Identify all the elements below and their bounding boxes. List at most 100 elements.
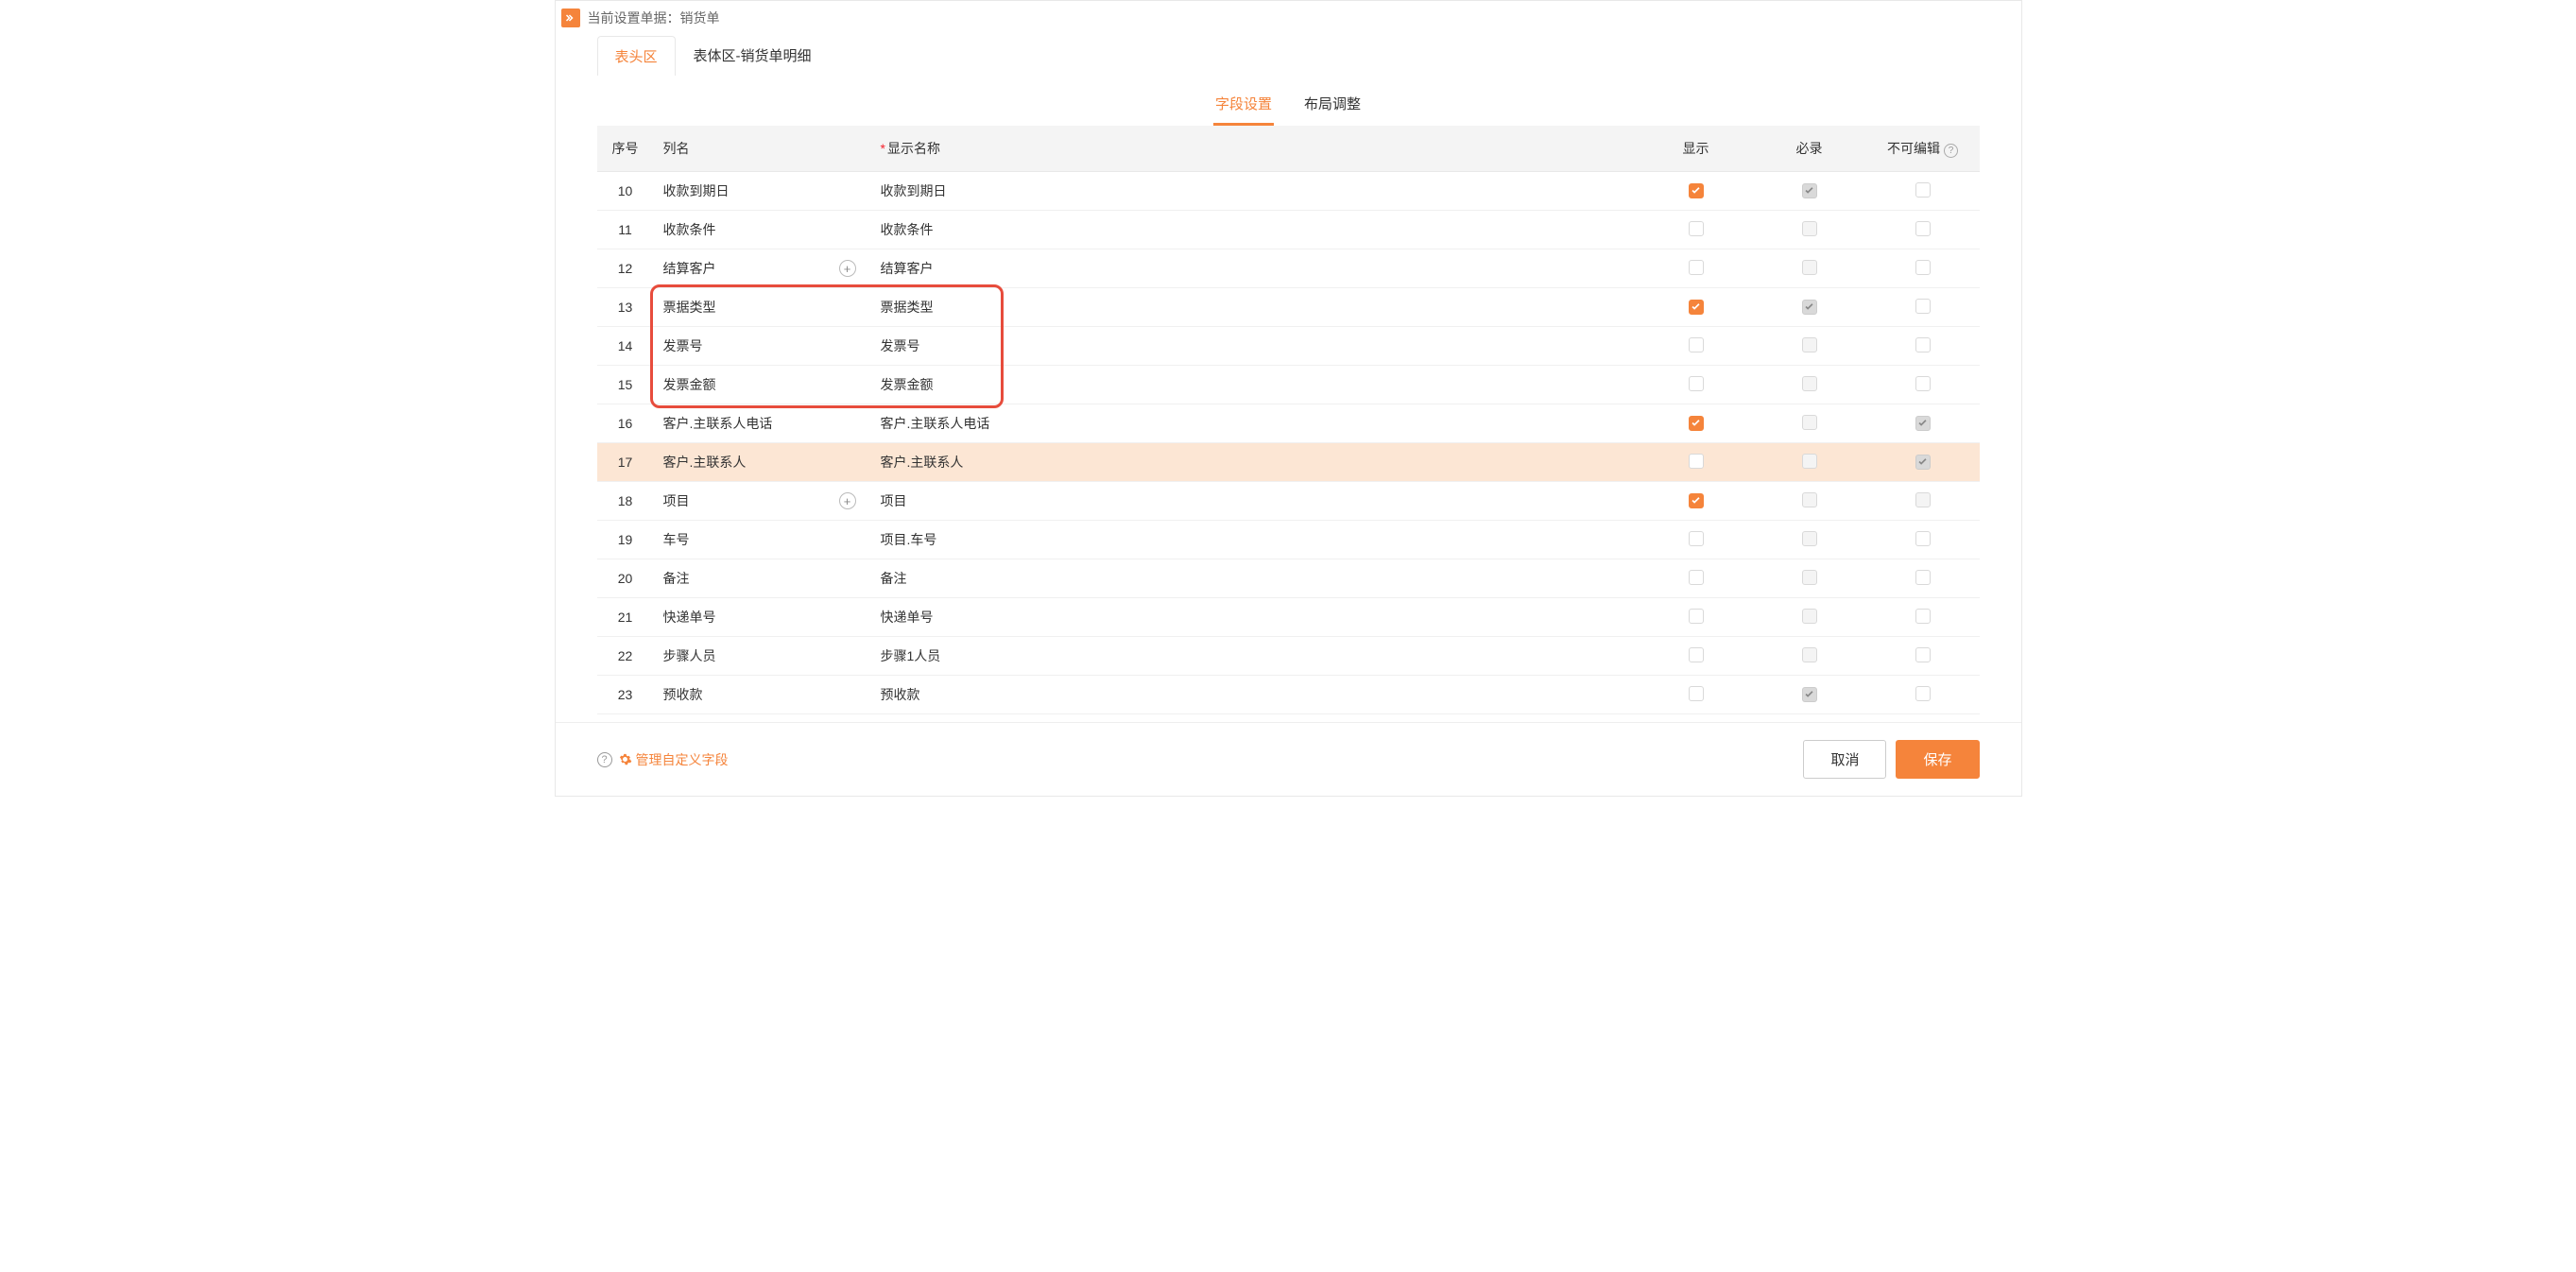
table-row: 20备注备注 [597, 559, 1980, 598]
checkbox-show[interactable] [1689, 531, 1704, 546]
cell-seq: 15 [597, 366, 654, 404]
cell-ro [1866, 249, 1980, 288]
cell-req [1753, 211, 1866, 249]
cell-ro [1866, 637, 1980, 676]
cell-ro [1866, 676, 1980, 714]
col-header-seq: 序号 [597, 126, 654, 172]
checkbox-readonly[interactable] [1915, 221, 1931, 236]
save-button[interactable]: 保存 [1896, 740, 1979, 779]
cell-display[interactable]: 收款到期日 [871, 172, 1640, 211]
cell-display[interactable]: 发票金额 [871, 366, 1640, 404]
cell-ro [1866, 366, 1980, 404]
cell-req [1753, 172, 1866, 211]
help-icon[interactable]: ? [597, 752, 612, 767]
cell-display[interactable]: 步骤1人员 [871, 637, 1640, 676]
cell-seq: 20 [597, 559, 654, 598]
cell-seq: 21 [597, 598, 654, 637]
cell-seq: 23 [597, 676, 654, 714]
checkbox-required [1802, 376, 1817, 391]
cell-display[interactable]: 客户.主联系人 [871, 443, 1640, 482]
cell-show [1640, 637, 1753, 676]
cell-req [1753, 598, 1866, 637]
checkbox-readonly[interactable] [1915, 337, 1931, 352]
col-header-show: 显示 [1640, 126, 1753, 172]
checkbox-readonly[interactable] [1915, 570, 1931, 585]
checkbox-readonly[interactable] [1915, 647, 1931, 662]
tab-0[interactable]: 表头区 [597, 36, 676, 76]
cell-ro [1866, 521, 1980, 559]
checkbox-required [1802, 221, 1817, 236]
checkbox-show[interactable] [1689, 647, 1704, 662]
cell-display[interactable]: 项目.车号 [871, 521, 1640, 559]
cell-seq: 18 [597, 482, 654, 521]
checkbox-required [1802, 415, 1817, 430]
cell-req [1753, 482, 1866, 521]
cell-name: 发票金额 [654, 366, 871, 404]
cell-display[interactable]: 结算客户 [871, 249, 1640, 288]
collapse-panel-button[interactable] [561, 9, 580, 27]
cell-show [1640, 327, 1753, 366]
checkbox-show[interactable] [1689, 183, 1704, 198]
col-header-name: 列名 [654, 126, 871, 172]
checkbox-show[interactable] [1689, 376, 1704, 391]
checkbox-required [1802, 570, 1817, 585]
checkbox-readonly[interactable] [1915, 299, 1931, 314]
add-icon[interactable]: + [839, 492, 856, 509]
cell-show [1640, 521, 1753, 559]
checkbox-show[interactable] [1689, 686, 1704, 701]
cell-display[interactable]: 快递单号 [871, 598, 1640, 637]
cell-display[interactable]: 备注 [871, 559, 1640, 598]
manage-custom-fields-link[interactable]: 管理自定义字段 [618, 750, 729, 769]
cell-name: 收款条件 [654, 211, 871, 249]
checkbox-show[interactable] [1689, 454, 1704, 469]
cell-show [1640, 443, 1753, 482]
checkbox-readonly[interactable] [1915, 182, 1931, 198]
table-row: 21快递单号快递单号 [597, 598, 1980, 637]
cell-display[interactable]: 预收款 [871, 676, 1640, 714]
cell-show [1640, 676, 1753, 714]
cell-req [1753, 249, 1866, 288]
checkbox-readonly[interactable] [1915, 376, 1931, 391]
cell-seq: 19 [597, 521, 654, 559]
checkbox-show[interactable] [1689, 493, 1704, 508]
checkbox-show[interactable] [1689, 221, 1704, 236]
checkbox-show[interactable] [1689, 609, 1704, 624]
cell-ro [1866, 327, 1980, 366]
checkbox-required [1802, 454, 1817, 469]
gear-icon [618, 752, 632, 766]
checkbox-show[interactable] [1689, 300, 1704, 315]
cell-seq: 10 [597, 172, 654, 211]
cell-ro [1866, 598, 1980, 637]
cancel-button[interactable]: 取消 [1803, 740, 1886, 779]
table-row: 10收款到期日收款到期日 [597, 172, 1980, 211]
sub-tab-0[interactable]: 字段设置 [1213, 88, 1274, 126]
cell-show [1640, 172, 1753, 211]
checkbox-show[interactable] [1689, 570, 1704, 585]
cell-ro [1866, 288, 1980, 327]
cell-display[interactable]: 客户.主联系人电话 [871, 404, 1640, 443]
cell-name: 项目+ [654, 482, 871, 521]
cell-show [1640, 598, 1753, 637]
cell-name: 票据类型 [654, 288, 871, 327]
cell-name: 发票号 [654, 327, 871, 366]
sub-tab-1[interactable]: 布局调整 [1302, 88, 1363, 126]
checkbox-readonly[interactable] [1915, 686, 1931, 701]
checkbox-show[interactable] [1689, 260, 1704, 275]
help-icon[interactable]: ? [1944, 144, 1958, 158]
cell-display[interactable]: 票据类型 [871, 288, 1640, 327]
cell-display[interactable]: 收款条件 [871, 211, 1640, 249]
cell-display[interactable]: 项目 [871, 482, 1640, 521]
add-icon[interactable]: + [839, 260, 856, 277]
checkbox-readonly[interactable] [1915, 531, 1931, 546]
cell-req [1753, 521, 1866, 559]
cell-show [1640, 288, 1753, 327]
tab-1[interactable]: 表体区-销货单明细 [676, 35, 830, 75]
cell-show [1640, 404, 1753, 443]
checkbox-required [1802, 183, 1817, 198]
checkbox-show[interactable] [1689, 337, 1704, 352]
cell-name: 收款到期日 [654, 172, 871, 211]
checkbox-show[interactable] [1689, 416, 1704, 431]
checkbox-readonly[interactable] [1915, 609, 1931, 624]
cell-display[interactable]: 发票号 [871, 327, 1640, 366]
checkbox-readonly[interactable] [1915, 260, 1931, 275]
